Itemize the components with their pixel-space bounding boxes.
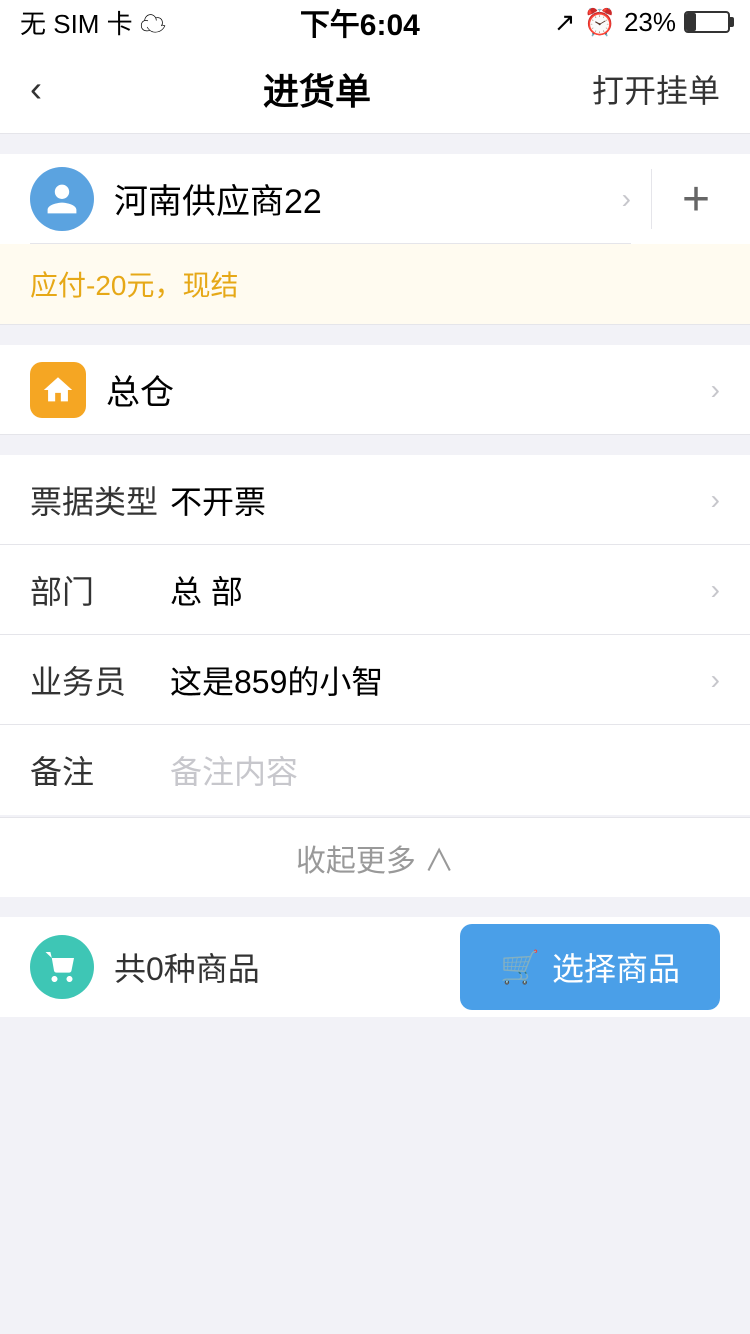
supplier-chevron-icon: › [622,183,631,215]
status-time: 下午6:04 [300,0,420,44]
notice-banner: 应付-20元，现结 [0,244,750,325]
remark-label: 备注 [30,747,170,793]
collapse-label: 收起更多 ∧ [296,836,454,880]
invoice-type-label: 票据类型 [30,477,170,523]
supplier-avatar [30,167,94,231]
supplier-divider [651,169,652,229]
form-section: 票据类型 不开票 › 部门 总 部 › 业务员 这是859的小智 › 备注 备注… [0,455,750,815]
section-gap-1 [0,134,750,154]
select-product-button[interactable]: 🛒 选择商品 [460,924,720,1010]
back-button[interactable]: ‹ [30,68,42,110]
department-value: 总 部 [170,567,711,613]
invoice-type-value: 不开票 [170,477,711,523]
add-supplier-button[interactable]: + [672,172,720,227]
supplier-row[interactable]: 河南供应商22 › [30,154,631,244]
notice-text: 应付-20元，现结 [30,270,238,301]
supplier-section: 河南供应商22 › + [0,154,750,244]
salesperson-label: 业务员 [30,657,170,703]
warehouse-icon [30,362,86,418]
collapse-button[interactable]: 收起更多 ∧ [0,817,750,897]
status-bar: 无 SIM 卡 ☁ 下午6:04 ↗ ⏰ 23% [0,0,750,44]
product-icon [30,935,94,999]
salesperson-row[interactable]: 业务员 这是859的小智 › [0,635,750,725]
status-right: ↗ ⏰ 23% [554,7,730,38]
cart-icon [44,949,80,985]
remark-input[interactable]: 备注内容 [170,747,720,793]
product-count: 共0种商品 [114,944,460,990]
remark-row[interactable]: 备注 备注内容 [0,725,750,815]
battery-percent: 23% [624,7,676,38]
person-icon [44,181,80,217]
sim-status: 无 SIM 卡 ☁ [20,4,166,41]
warehouse-row[interactable]: 总仓 › [0,345,750,435]
invoice-type-chevron-icon: › [711,484,720,516]
department-label: 部门 [30,567,170,613]
select-product-icon: 🛒 [500,948,540,986]
select-product-label: 选择商品 [552,944,680,990]
warehouse-name: 总仓 [106,365,711,414]
department-chevron-icon: › [711,574,720,606]
status-left: 无 SIM 卡 ☁ [20,4,166,41]
salesperson-chevron-icon: › [711,664,720,696]
supplier-name: 河南供应商22 [114,174,622,223]
house-icon [41,373,75,407]
nav-bar: ‹ 进货单 打开挂单 [0,44,750,134]
product-footer: 共0种商品 🛒 选择商品 [0,917,750,1017]
battery-icon [684,11,730,33]
open-hang-order-button[interactable]: 打开挂单 [592,66,720,112]
alarm-icon: ⏰ [584,7,616,38]
department-row[interactable]: 部门 总 部 › [0,545,750,635]
location-icon: ↗ [554,7,576,38]
salesperson-value: 这是859的小智 [170,657,711,703]
invoice-type-row[interactable]: 票据类型 不开票 › [0,455,750,545]
warehouse-chevron-icon: › [711,374,720,406]
bottom-area [0,1017,750,1317]
page-title: 进货单 [263,63,371,115]
